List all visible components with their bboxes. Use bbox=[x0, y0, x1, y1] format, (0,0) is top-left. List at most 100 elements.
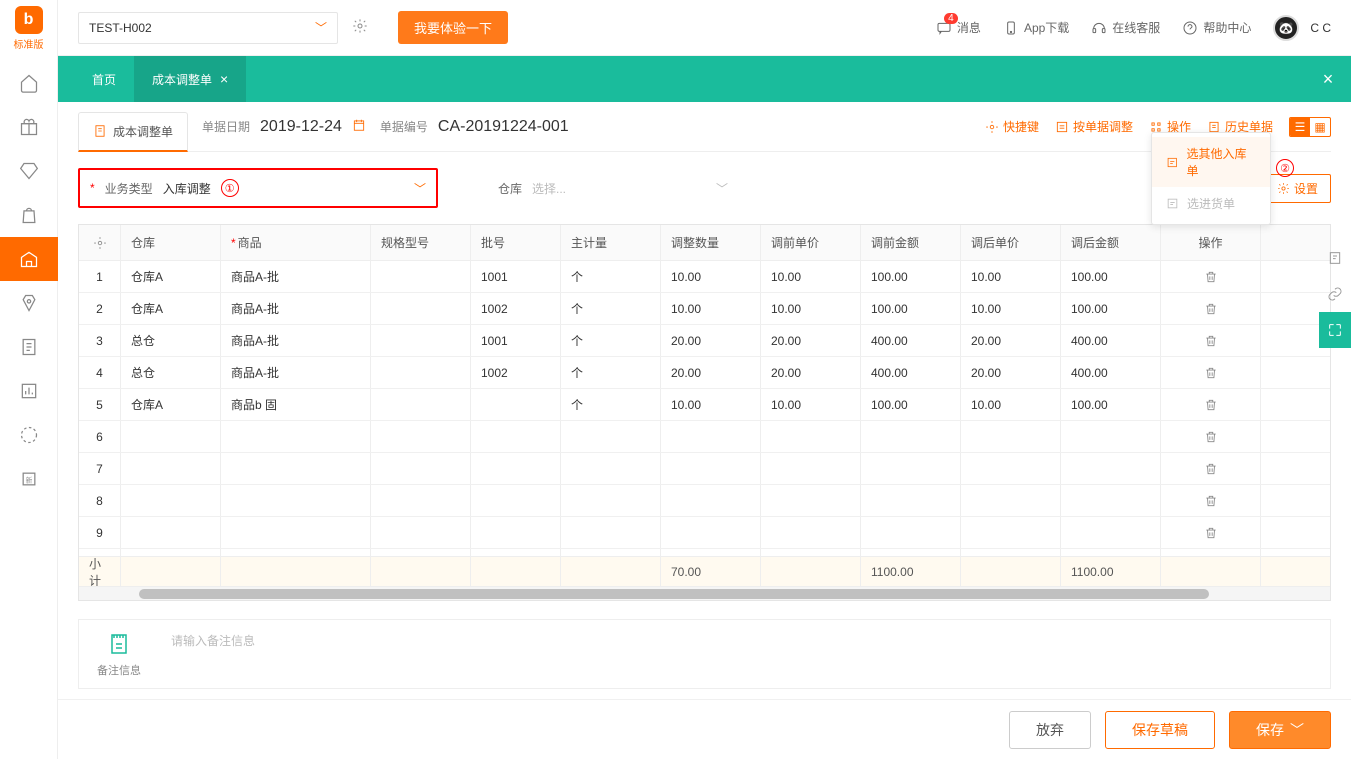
remarks-section: 备注信息 请输入备注信息 bbox=[78, 619, 1331, 689]
delete-row-icon[interactable] bbox=[1161, 261, 1261, 292]
settings-button[interactable]: 设置 bbox=[1264, 174, 1331, 203]
delete-row-icon[interactable] bbox=[1161, 325, 1261, 356]
delete-row-icon[interactable] bbox=[1161, 453, 1261, 484]
delete-row-icon[interactable] bbox=[1161, 389, 1261, 420]
delete-row-icon[interactable] bbox=[1161, 293, 1261, 324]
table-subtotal: 小计 70.00 1100.00 1100.00 bbox=[79, 556, 1330, 586]
tab-close-icon[interactable]: × bbox=[220, 71, 228, 87]
app-download-link[interactable]: App下载 bbox=[1003, 19, 1069, 36]
col-aamt[interactable]: 调后金额 bbox=[1061, 225, 1161, 260]
data-table: 仓库 *商品 规格型号 批号 主计量 调整数量 调前单价 调前金额 调后单价 调… bbox=[78, 224, 1331, 601]
col-op: 操作 bbox=[1161, 225, 1261, 260]
view-toggle: ☰ ▦ bbox=[1289, 117, 1331, 137]
delete-row-icon[interactable] bbox=[1161, 357, 1261, 388]
chevron-down-icon: ﹀ bbox=[716, 180, 728, 197]
tabs-close-all-icon[interactable]: × bbox=[1305, 56, 1351, 102]
messages-link[interactable]: 消息 4 bbox=[936, 19, 981, 36]
nav-coin-icon[interactable] bbox=[0, 281, 58, 325]
help-link[interactable]: 帮助中心 bbox=[1182, 19, 1251, 36]
chevron-down-icon: ﹀ bbox=[414, 180, 426, 197]
nav-new-icon[interactable]: 新 bbox=[0, 457, 58, 501]
annotation-2: ② bbox=[1276, 159, 1294, 177]
col-product[interactable]: *商品 bbox=[221, 225, 371, 260]
doc-header: 成本调整单 单据日期 2019-12-24 单据编号 CA-20191224-0… bbox=[78, 102, 1331, 152]
nav-gift-icon[interactable] bbox=[0, 105, 58, 149]
table-row[interactable]: 10 bbox=[79, 549, 1330, 556]
nav-diamond-icon[interactable] bbox=[0, 149, 58, 193]
tabs-bar: 首页 成本调整单 × × bbox=[58, 56, 1351, 102]
remarks-input[interactable]: 请输入备注信息 bbox=[159, 620, 1330, 688]
delete-row-icon[interactable] bbox=[1161, 517, 1261, 548]
remarks-label: 备注信息 bbox=[97, 662, 141, 678]
by-order-dropdown: 选其他入库单 选进货单 ② bbox=[1151, 132, 1271, 225]
col-spec[interactable]: 规格型号 bbox=[371, 225, 471, 260]
top-header: TEST-H002 ﹀ 我要体验一下 消息 4 App下载 在线客服 帮助中心 … bbox=[58, 0, 1351, 56]
dropdown-other-inbound[interactable]: 选其他入库单 bbox=[1152, 137, 1270, 187]
right-float-bar bbox=[1319, 240, 1351, 348]
try-button[interactable]: 我要体验一下 bbox=[398, 11, 508, 44]
doc-tab[interactable]: 成本调整单 bbox=[78, 112, 188, 152]
table-row[interactable]: 7 bbox=[79, 453, 1330, 485]
biz-type-select[interactable]: * 业务类型 入库调整 ① ﹀ bbox=[78, 168, 438, 208]
save-button[interactable]: 保存﹀ bbox=[1229, 711, 1331, 749]
float-expand-icon[interactable] bbox=[1319, 312, 1351, 348]
table-header: 仓库 *商品 规格型号 批号 主计量 调整数量 调前单价 调前金额 调后单价 调… bbox=[79, 225, 1330, 261]
svg-text:新: 新 bbox=[25, 475, 32, 484]
filter-row: * 业务类型 入库调整 ① ﹀ 仓库 选择... ﹀ 设置 bbox=[78, 152, 1331, 224]
discard-button[interactable]: 放弃 bbox=[1009, 711, 1091, 749]
nav-report-icon[interactable] bbox=[0, 369, 58, 413]
notes-icon bbox=[107, 630, 131, 658]
date-value[interactable]: 2019-12-24 bbox=[260, 118, 342, 136]
tab-current[interactable]: 成本调整单 × bbox=[134, 56, 246, 102]
table-row[interactable]: 8 bbox=[79, 485, 1330, 517]
by-order-action[interactable]: 按单据调整 bbox=[1055, 118, 1133, 135]
logo-subtitle: 标准版 bbox=[14, 36, 44, 51]
col-bamt[interactable]: 调前金额 bbox=[861, 225, 961, 260]
calendar-icon[interactable] bbox=[352, 118, 366, 135]
service-link[interactable]: 在线客服 bbox=[1091, 19, 1160, 36]
avatar-icon: 🐼 bbox=[1273, 15, 1299, 41]
col-qty[interactable]: 调整数量 bbox=[661, 225, 761, 260]
col-bprice[interactable]: 调前单价 bbox=[761, 225, 861, 260]
date-label: 单据日期 bbox=[202, 118, 250, 135]
warehouse-filter[interactable]: 仓库 选择... ﹀ bbox=[498, 180, 728, 197]
table-row[interactable]: 2仓库A商品A-批1002个10.0010.00100.0010.00100.0… bbox=[79, 293, 1330, 325]
view-grid-icon[interactable]: ▦ bbox=[1310, 118, 1330, 136]
table-row[interactable]: 5仓库A商品b 固个10.0010.00100.0010.00100.00 bbox=[79, 389, 1330, 421]
float-link-icon[interactable] bbox=[1319, 276, 1351, 312]
company-settings-icon[interactable] bbox=[352, 18, 368, 37]
nav-sync-icon[interactable] bbox=[0, 413, 58, 457]
col-batch[interactable]: 批号 bbox=[471, 225, 561, 260]
table-row[interactable]: 9 bbox=[79, 517, 1330, 549]
table-row[interactable]: 4总仓商品A-批1002个20.0020.00400.0020.00400.00 bbox=[79, 357, 1330, 389]
table-row[interactable]: 3总仓商品A-批1001个20.0020.00400.0020.00400.00 bbox=[79, 325, 1330, 357]
nav-doc-icon[interactable] bbox=[0, 325, 58, 369]
col-warehouse[interactable]: 仓库 bbox=[121, 225, 221, 260]
msg-badge: 4 bbox=[944, 13, 958, 24]
hotkey-action[interactable]: 快捷键 bbox=[985, 118, 1039, 135]
chevron-down-icon: ﹀ bbox=[315, 19, 327, 36]
user-menu[interactable]: 🐼 C C bbox=[1273, 15, 1331, 41]
col-settings-icon[interactable] bbox=[79, 225, 121, 260]
h-scrollbar[interactable] bbox=[79, 586, 1330, 600]
table-row[interactable]: 1仓库A商品A-批1001个10.0010.00100.0010.00100.0… bbox=[79, 261, 1330, 293]
docno-label: 单据编号 bbox=[380, 118, 428, 135]
delete-row-icon[interactable] bbox=[1161, 549, 1261, 556]
draft-button[interactable]: 保存草稿 bbox=[1105, 711, 1215, 749]
company-selector[interactable]: TEST-H002 ﹀ bbox=[78, 12, 338, 44]
float-note-icon[interactable] bbox=[1319, 240, 1351, 276]
delete-row-icon[interactable] bbox=[1161, 485, 1261, 516]
nav-home-icon[interactable] bbox=[0, 61, 58, 105]
view-list-icon[interactable]: ☰ bbox=[1290, 118, 1310, 136]
table-row[interactable]: 6 bbox=[79, 421, 1330, 453]
nav-warehouse-icon[interactable] bbox=[0, 237, 58, 281]
nav-bag-icon[interactable] bbox=[0, 193, 58, 237]
logo-icon: b bbox=[15, 6, 43, 34]
company-name: TEST-H002 bbox=[89, 21, 152, 35]
tab-home[interactable]: 首页 bbox=[74, 56, 134, 102]
left-sidebar: b 标准版 新 bbox=[0, 0, 58, 759]
col-unit[interactable]: 主计量 bbox=[561, 225, 661, 260]
docno-value: CA-20191224-001 bbox=[438, 118, 569, 136]
delete-row-icon[interactable] bbox=[1161, 421, 1261, 452]
col-aprice[interactable]: 调后单价 bbox=[961, 225, 1061, 260]
